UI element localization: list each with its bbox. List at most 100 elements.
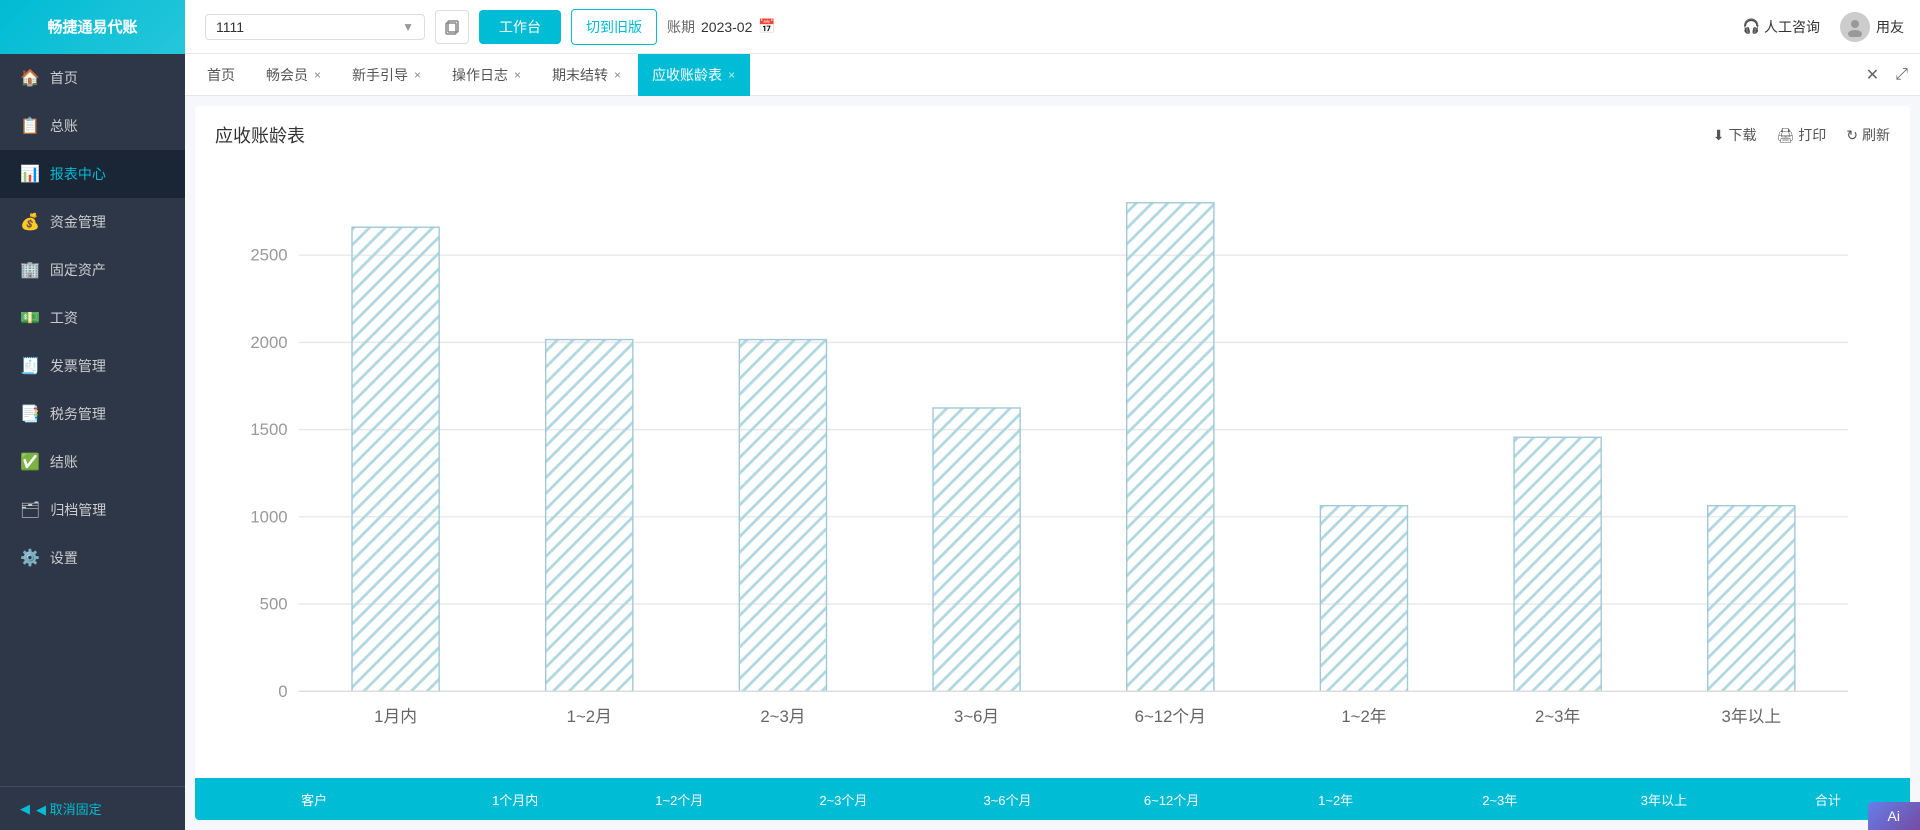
logo-text: 畅捷通易代账 [47,16,137,37]
assets-icon: 🏢 [20,260,40,280]
tabs-bar: 首页畅会员×新手引导×操作日志×期末结转×应收账龄表× ✕ ⤢ [185,54,1920,96]
home-icon: 🏠 [20,68,40,88]
avatar [1840,12,1870,42]
th-cell-4: 3~6个月 [925,790,1089,809]
tab-close-closing[interactable]: × [614,68,621,82]
company-selector[interactable]: 1111 ▼ [205,14,425,40]
svg-text:0: 0 [278,682,287,701]
main-layout: 🏠 首页 📋 总账 📊 报表中心 💰 资金管理 🏢 固定资产 💵 工资 🧾 发票… [0,54,1920,830]
settle-icon: ✅ [20,452,40,472]
sidebar-label-reports: 报表中心 [50,164,106,184]
svg-text:2~3月: 2~3月 [760,707,805,726]
period-value: 2023-02 [701,19,752,35]
tab-aging[interactable]: 应收账龄表 × [638,54,750,96]
copy-icon [444,19,460,35]
topbar-right: 🎧 人工咨询 用友 [1743,12,1904,42]
sidebar-item-settle[interactable]: ✅ 结账 [0,438,185,486]
svg-text:1500: 1500 [250,420,287,439]
ai-label: Ai [1888,808,1900,824]
ledger-icon: 📋 [20,116,40,136]
refresh-button[interactable]: ↻ 刷新 [1846,125,1890,145]
sidebar-label-home: 首页 [50,68,78,88]
sidebar-label-invoice: 发票管理 [50,356,106,376]
bar-chart: 050010001500200025001月内1~2月2~3月3~6月6~12个… [215,168,1890,768]
table-header: 客户1个月内1~2个月2~3个月3~6个月6~12个月1~2年2~3年3年以上合… [195,778,1910,820]
sidebar: 🏠 首页 📋 总账 📊 报表中心 💰 资金管理 🏢 固定资产 💵 工资 🧾 发票… [0,54,185,830]
period-label: 账期 [667,17,695,37]
switch-version-button[interactable]: 切到旧版 [571,9,657,45]
tab-close-aging[interactable]: × [728,68,735,82]
sidebar-pin-button[interactable]: ◀ ◀︎ 取消固定 [0,786,185,830]
tab-label-aging: 应收账龄表 [652,65,722,85]
maximize-button[interactable]: ⤢ [1891,62,1912,88]
th-cell-0: 客户 [195,790,433,809]
consult-button[interactable]: 🎧 人工咨询 [1743,17,1820,37]
sidebar-item-invoice[interactable]: 🧾 发票管理 [0,342,185,390]
tab-close-guide[interactable]: × [414,68,421,82]
page-header: 应收账龄表 ⬇ 下载 🖨 打印 ↻ 刷新 [195,106,1910,158]
tab-closing[interactable]: 期末结转× [538,54,636,96]
svg-text:1000: 1000 [250,507,287,526]
company-name: 1111 [216,19,394,35]
print-button[interactable]: 🖨 打印 [1776,125,1826,145]
content-area: 首页畅会员×新手引导×操作日志×期末结转×应收账龄表× ✕ ⤢ 应收账龄表 ⬇ … [185,54,1920,830]
tab-guide[interactable]: 新手引导 × [338,54,436,96]
consult-label: 人工咨询 [1764,17,1820,37]
tab-label-oplog: 操作日志 [452,65,508,85]
th-cell-5: 6~12个月 [1090,790,1254,809]
sidebar-item-archive[interactable]: 🗂 归档管理 [0,486,185,534]
user-avatar-icon [1845,17,1865,37]
sidebar-item-home[interactable]: 🏠 首页 [0,54,185,102]
th-cell-2: 1~2个月 [597,790,761,809]
user-area[interactable]: 用友 [1840,12,1904,42]
workbench-button[interactable]: 工作台 [479,10,561,44]
sidebar-item-assets[interactable]: 🏢 固定资产 [0,246,185,294]
chevron-down-icon: ▼ [402,20,414,34]
tab-label-guide: 新手引导 [352,65,408,85]
th-cell-7: 2~3年 [1418,790,1582,809]
sidebar-item-reports[interactable]: 📊 报表中心 [0,150,185,198]
tax-icon: 📑 [20,404,40,424]
calendar-icon[interactable]: 📅 [758,18,775,35]
sidebar-item-funds[interactable]: 💰 资金管理 [0,198,185,246]
sidebar-label-funds: 资金管理 [50,212,106,232]
svg-text:1~2月: 1~2月 [567,707,612,726]
close-all-tabs-button[interactable]: ✕ [1862,61,1883,89]
svg-text:1~2年: 1~2年 [1341,707,1386,726]
tab-member[interactable]: 畅会员 × [252,54,336,96]
tab-close-oplog[interactable]: × [514,68,521,82]
ai-badge[interactable]: Ai [1868,802,1920,830]
refresh-icon: ↻ [1846,127,1858,144]
funds-icon: 💰 [20,212,40,232]
sidebar-label-tax: 税务管理 [50,404,106,424]
tab-close-member[interactable]: × [314,68,321,82]
svg-text:2000: 2000 [250,333,287,352]
tab-home[interactable]: 首页 [193,54,250,96]
headset-icon: 🎧 [1743,18,1760,35]
sidebar-label-salary: 工资 [50,308,78,328]
sidebar-item-tax[interactable]: 📑 税务管理 [0,390,185,438]
download-button[interactable]: ⬇ 下载 [1713,125,1757,145]
sidebar-label-archive: 归档管理 [50,500,106,520]
chart-area: 050010001500200025001月内1~2月2~3月3~6月6~12个… [195,158,1910,778]
tab-label-member: 畅会员 [266,65,308,85]
sidebar-item-settings[interactable]: ⚙️ 设置 [0,534,185,582]
archive-icon: 🗂 [20,500,40,520]
sidebar-item-salary[interactable]: 💵 工资 [0,294,185,342]
salary-icon: 💵 [20,308,40,328]
svg-text:500: 500 [260,595,288,614]
svg-text:2~3年: 2~3年 [1535,707,1580,726]
th-cell-8: 3年以上 [1582,790,1746,809]
svg-text:3~6月: 3~6月 [954,707,999,726]
pin-icon: ◀ [20,801,30,817]
svg-text:1月内: 1月内 [374,707,417,726]
th-cell-1: 1个月内 [433,790,597,809]
copy-icon-button[interactable] [435,10,469,44]
sidebar-item-ledger[interactable]: 📋 总账 [0,102,185,150]
tab-oplog[interactable]: 操作日志 × [438,54,536,96]
invoice-icon: 🧾 [20,356,40,376]
logo-area: 畅捷通易代账 [0,0,185,54]
user-name: 用友 [1876,17,1904,37]
header-actions: ⬇ 下载 🖨 打印 ↻ 刷新 [1713,125,1890,145]
th-cell-3: 2~3个月 [761,790,925,809]
